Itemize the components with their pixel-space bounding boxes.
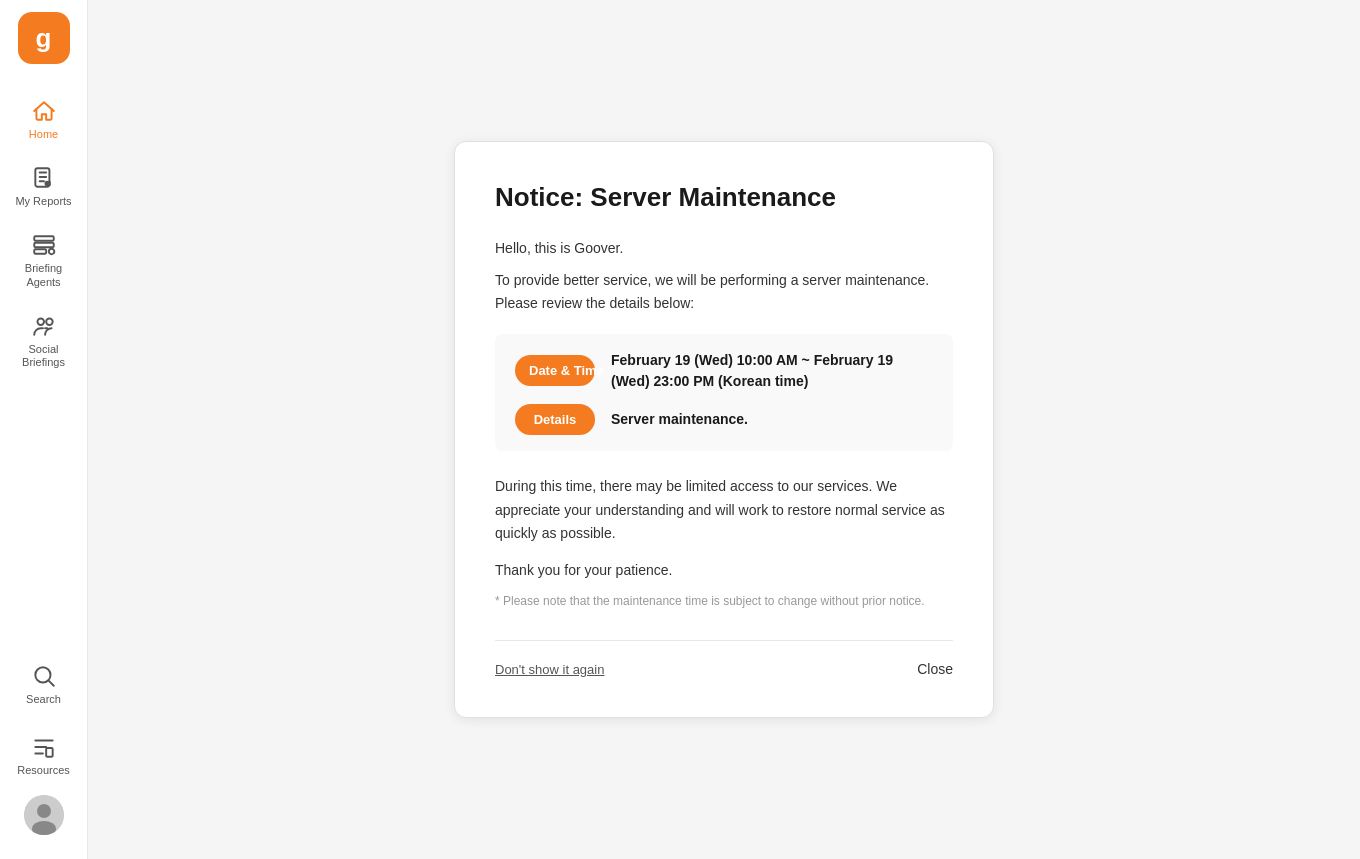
sidebar-item-briefing-agents-label: Briefing Agents [10, 262, 78, 288]
user-avatar[interactable] [24, 795, 64, 835]
sidebar-item-resources-label: Resources [17, 764, 70, 777]
sidebar: g Home AI My Reports [0, 0, 88, 859]
sidebar-item-resources[interactable]: Resources [6, 724, 82, 787]
modal-body: During this time, there may be limited a… [495, 475, 953, 546]
svg-rect-5 [34, 250, 46, 254]
svg-line-10 [48, 681, 53, 686]
logo-letter: g [36, 23, 52, 54]
sidebar-item-social-briefings-label: Social Briefings [10, 343, 78, 369]
maintenance-modal: Notice: Server Maintenance Hello, this i… [454, 141, 994, 719]
resources-icon [31, 734, 57, 760]
nav-items: Home AI My Reports [0, 88, 87, 653]
sidebar-item-search[interactable]: Search [6, 653, 82, 716]
date-time-row: Date & Time February 19 (Wed) 10:00 AM ~… [515, 350, 933, 392]
details-tag: Details [515, 404, 595, 435]
modal-description: To provide better service, we will be pe… [495, 269, 953, 314]
modal-intro: Hello, this is Goover. [495, 237, 953, 259]
date-time-tag: Date & Time [515, 355, 595, 386]
details-row: Details Server maintenance. [515, 404, 933, 435]
nav-bottom: Search Resources [6, 653, 82, 847]
reports-icon: AI [31, 165, 57, 191]
modal-footer: Don't show it again Close [495, 640, 953, 677]
svg-point-13 [37, 804, 51, 818]
svg-rect-4 [34, 243, 54, 247]
sidebar-item-my-reports-label: My Reports [15, 195, 71, 208]
social-briefings-icon [31, 313, 57, 339]
sidebar-item-briefing-agents[interactable]: Briefing Agents [6, 222, 82, 298]
search-icon [31, 663, 57, 689]
svg-point-7 [37, 318, 44, 325]
sidebar-item-search-label: Search [26, 693, 61, 706]
sidebar-item-home-label: Home [29, 128, 58, 141]
sidebar-item-home[interactable]: Home [6, 88, 82, 151]
svg-point-8 [46, 318, 52, 325]
sidebar-item-social-briefings[interactable]: Social Briefings [6, 303, 82, 379]
main-content: Notice: Server Maintenance Hello, this i… [88, 0, 1360, 859]
modal-footnote: * Please note that the maintenance time … [495, 594, 953, 608]
svg-rect-3 [34, 237, 54, 241]
briefing-agents-icon [31, 232, 57, 258]
sidebar-item-my-reports[interactable]: AI My Reports [6, 155, 82, 218]
details-value: Server maintenance. [611, 409, 748, 430]
svg-rect-11 [46, 748, 52, 757]
close-button[interactable]: Close [917, 661, 953, 677]
date-time-value: February 19 (Wed) 10:00 AM ~ February 19… [611, 350, 933, 392]
svg-text:AI: AI [46, 182, 50, 186]
home-icon [31, 98, 57, 124]
avatar-image [24, 795, 64, 835]
logo[interactable]: g [18, 12, 70, 64]
svg-point-6 [48, 249, 53, 254]
info-box: Date & Time February 19 (Wed) 10:00 AM ~… [495, 334, 953, 451]
modal-title: Notice: Server Maintenance [495, 182, 953, 213]
modal-thanks: Thank you for your patience. [495, 562, 953, 578]
dont-show-button[interactable]: Don't show it again [495, 662, 604, 677]
